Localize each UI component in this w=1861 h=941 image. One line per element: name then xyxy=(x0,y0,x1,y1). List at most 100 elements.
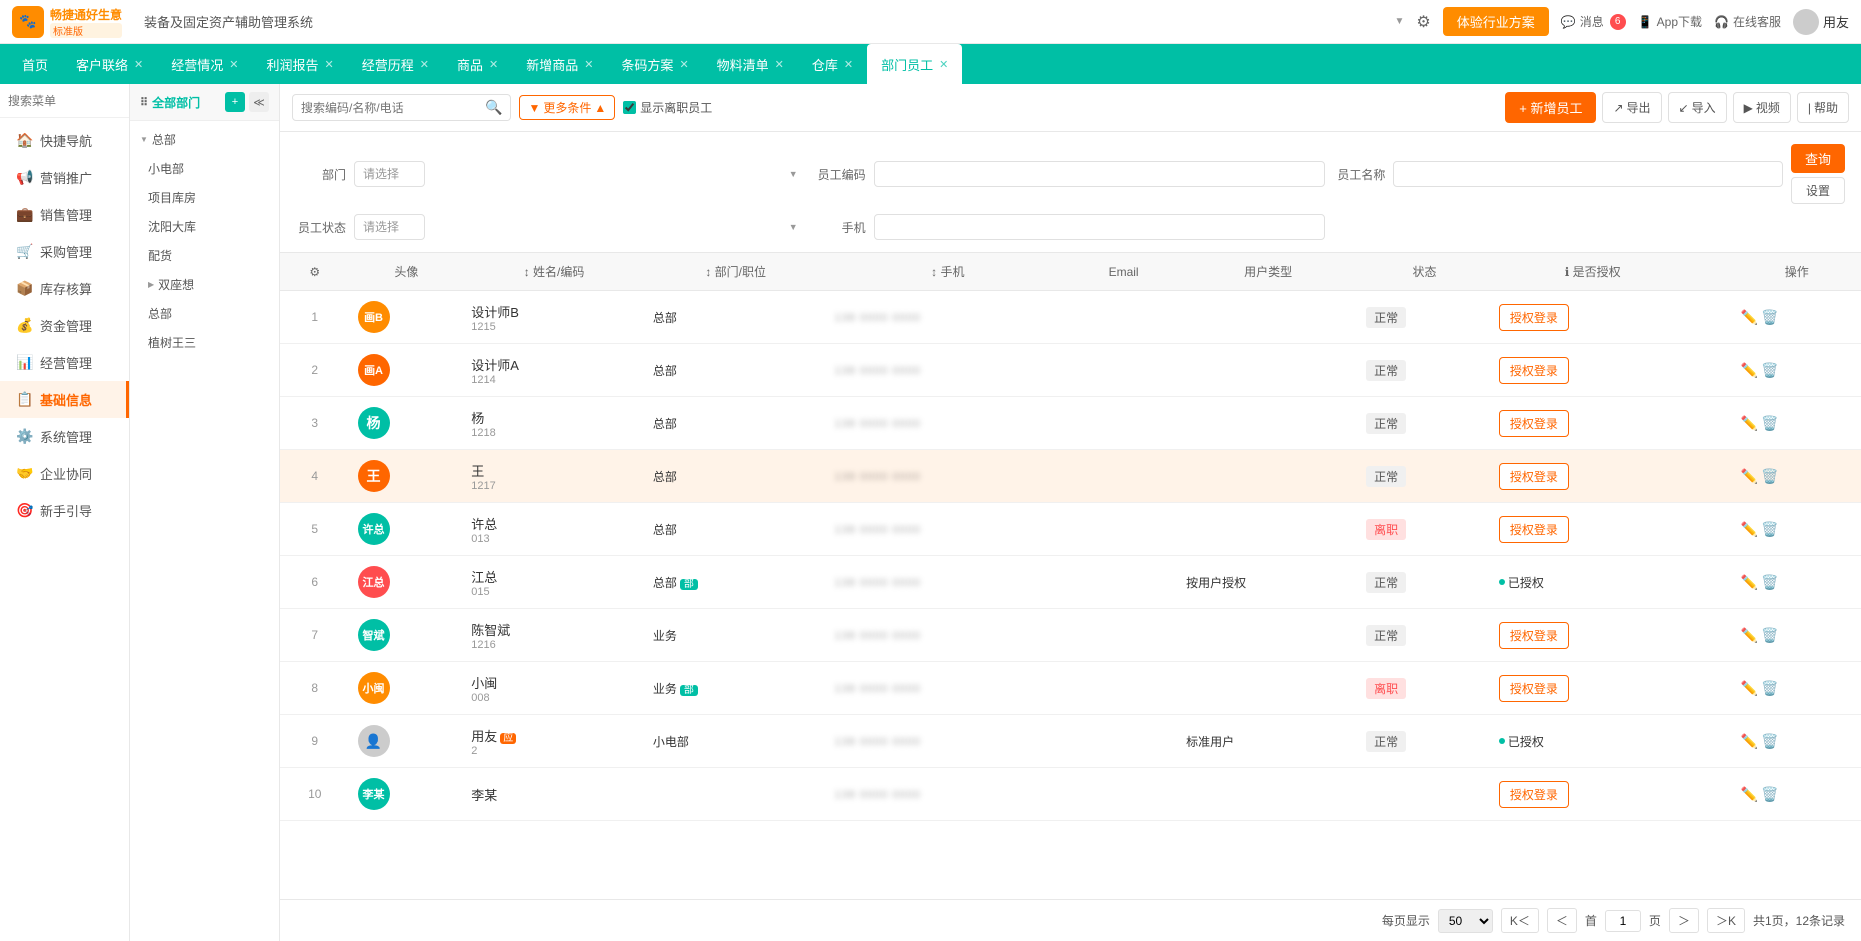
dept-select-wrap[interactable]: 请选择 xyxy=(354,161,806,187)
dropdown-arrow[interactable]: ▼ xyxy=(1394,16,1404,27)
import-button[interactable]: ↙ 导入 xyxy=(1668,92,1727,123)
dept-tree-item-zhishu[interactable]: 植树王三 xyxy=(130,328,279,357)
nav-operation[interactable]: 经营情况 ✕ xyxy=(157,44,252,84)
sidebar-search-box[interactable]: 🔍 xyxy=(0,84,129,118)
edit-icon[interactable]: ✏️ xyxy=(1741,468,1758,484)
sidebar-item-operation[interactable]: 📊 经营管理 xyxy=(0,344,129,381)
edit-icon[interactable]: ✏️ xyxy=(1741,415,1758,431)
sidebar-item-system[interactable]: ⚙️ 系统管理 xyxy=(0,418,129,455)
row-auth[interactable]: 授权登录 xyxy=(1491,662,1695,715)
show-resigned-checkbox[interactable]: 显示离职员工 xyxy=(623,99,712,116)
nav-customer[interactable]: 客户联络 ✕ xyxy=(62,44,157,84)
add-employee-button[interactable]: + 新增员工 xyxy=(1505,92,1596,123)
nav-process[interactable]: 经营历程 ✕ xyxy=(348,44,443,84)
nav-barcode[interactable]: 条码方案 ✕ xyxy=(607,44,702,84)
close-icon[interactable]: ✕ xyxy=(775,58,784,71)
nav-product[interactable]: 商品 ✕ xyxy=(443,44,512,84)
nav-home[interactable]: 首页 xyxy=(8,44,62,84)
view-button[interactable]: ▶ 视频 xyxy=(1733,92,1791,123)
nav-new-product[interactable]: 新增商品 ✕ xyxy=(512,44,607,84)
emp-name-input[interactable] xyxy=(1393,161,1783,187)
emp-code-input[interactable] xyxy=(874,161,1326,187)
close-icon[interactable]: ✕ xyxy=(134,58,143,71)
close-icon[interactable]: ✕ xyxy=(939,58,948,71)
edit-icon[interactable]: ✏️ xyxy=(1741,362,1758,378)
dept-add-button[interactable]: + xyxy=(225,92,245,112)
help-button[interactable]: | 帮助 xyxy=(1797,92,1849,123)
nav-warehouse[interactable]: 仓库 ✕ xyxy=(798,44,867,84)
close-icon[interactable]: ✕ xyxy=(489,58,498,71)
sidebar-item-quicknav[interactable]: 🏠 快捷导航 xyxy=(0,122,129,159)
delete-icon[interactable]: 🗑️ xyxy=(1761,786,1778,802)
close-icon[interactable]: ✕ xyxy=(584,58,593,71)
dept-collapse-button[interactable]: ≪ xyxy=(249,92,269,112)
row-auth[interactable]: 授权登录 xyxy=(1491,768,1695,821)
dept-tree-item-shenyang[interactable]: 沈阳大库 xyxy=(130,212,279,241)
col-dept[interactable]: ↕ 部门/职位 xyxy=(645,253,827,291)
dept-tree-item-shuangzuo[interactable]: ▶ 双座想 xyxy=(130,270,279,299)
auth-button[interactable]: 授权登录 xyxy=(1499,781,1569,808)
sidebar-item-sales[interactable]: 💼 销售管理 xyxy=(0,196,129,233)
sidebar-item-finance[interactable]: 💰 资金管理 xyxy=(0,307,129,344)
col-name[interactable]: ↕ 姓名/编码 xyxy=(463,253,645,291)
row-auth[interactable]: 授权登录 xyxy=(1491,503,1695,556)
delete-icon[interactable]: 🗑️ xyxy=(1761,415,1778,431)
page-number-input[interactable] xyxy=(1605,910,1641,932)
dept-tree-item-peihuo[interactable]: 配货 xyxy=(130,241,279,270)
emp-status-select-wrap[interactable]: 请选择 xyxy=(354,214,806,240)
message-action[interactable]: 💬 消息 6 xyxy=(1561,13,1626,30)
auth-button[interactable]: 授权登录 xyxy=(1499,516,1569,543)
app-download-action[interactable]: 📱 App下载 xyxy=(1638,13,1702,30)
edit-icon[interactable]: ✏️ xyxy=(1741,574,1758,590)
close-icon[interactable]: ✕ xyxy=(229,58,238,71)
sidebar-item-inventory[interactable]: 📦 库存核算 xyxy=(0,270,129,307)
trial-button[interactable]: 体验行业方案 xyxy=(1443,7,1549,36)
row-auth[interactable]: 授权登录 xyxy=(1491,450,1695,503)
sidebar-item-purchase[interactable]: 🛒 采购管理 xyxy=(0,233,129,270)
auth-button[interactable]: 授权登录 xyxy=(1499,463,1569,490)
user-avatar-area[interactable]: 用友 xyxy=(1793,9,1849,35)
edit-icon[interactable]: ✏️ xyxy=(1741,521,1758,537)
col-phone[interactable]: ↕ 手机 xyxy=(827,253,1070,291)
resigned-checkbox[interactable] xyxy=(623,101,636,114)
auth-button[interactable]: 授权登录 xyxy=(1499,304,1569,331)
emp-status-select[interactable]: 请选择 xyxy=(354,214,425,240)
col-settings[interactable]: ⚙ xyxy=(280,253,350,291)
row-auth[interactable]: 授权登录 xyxy=(1491,344,1695,397)
search-box[interactable]: 🔍 xyxy=(292,94,511,121)
edit-icon[interactable]: ✏️ xyxy=(1741,309,1758,325)
sidebar-search-input[interactable] xyxy=(8,94,130,108)
online-service-action[interactable]: 🎧 在线客服 xyxy=(1714,13,1781,30)
edit-icon[interactable]: ✏️ xyxy=(1741,627,1758,643)
dept-all-label[interactable]: ⠿ 全部部门 xyxy=(140,94,200,111)
row-auth[interactable]: 授权登录 xyxy=(1491,291,1695,344)
close-icon[interactable]: ✕ xyxy=(679,58,688,71)
nav-profit[interactable]: 利润报告 ✕ xyxy=(252,44,347,84)
sidebar-item-guide[interactable]: 🎯 新手引导 xyxy=(0,492,129,529)
dept-tree-item-xiaodian[interactable]: 小电部 xyxy=(130,154,279,183)
delete-icon[interactable]: 🗑️ xyxy=(1761,468,1778,484)
last-page-button[interactable]: ＞K xyxy=(1707,908,1745,933)
settings-button[interactable]: 设置 xyxy=(1791,177,1845,204)
per-page-select[interactable]: 50 20 100 xyxy=(1438,909,1493,933)
settings-icon[interactable]: ⚙ xyxy=(1416,12,1430,32)
sidebar-item-basic[interactable]: 📋 基础信息 xyxy=(0,381,129,418)
delete-icon[interactable]: 🗑️ xyxy=(1761,309,1778,325)
edit-icon[interactable]: ✏️ xyxy=(1741,786,1758,802)
auth-button[interactable]: 授权登录 xyxy=(1499,622,1569,649)
search-input[interactable] xyxy=(301,101,481,115)
close-icon[interactable]: ✕ xyxy=(844,58,853,71)
sidebar-item-collab[interactable]: 🤝 企业协同 xyxy=(0,455,129,492)
sidebar-item-marketing[interactable]: 📢 营销推广 xyxy=(0,159,129,196)
delete-icon[interactable]: 🗑️ xyxy=(1761,362,1778,378)
nav-employee[interactable]: 部门员工 ✕ xyxy=(867,44,962,84)
prev-page-button[interactable]: ＜ xyxy=(1547,908,1577,933)
edit-icon[interactable]: ✏️ xyxy=(1741,733,1758,749)
next-page-button[interactable]: ＞ xyxy=(1669,908,1699,933)
auth-button[interactable]: 授权登录 xyxy=(1499,357,1569,384)
row-auth[interactable]: 授权登录 xyxy=(1491,609,1695,662)
more-conditions-button[interactable]: ▼ 更多条件 ▲ xyxy=(519,95,615,120)
dept-select[interactable]: 请选择 xyxy=(354,161,425,187)
first-page-button[interactable]: K＜ xyxy=(1501,908,1539,933)
edit-icon[interactable]: ✏️ xyxy=(1741,680,1758,696)
